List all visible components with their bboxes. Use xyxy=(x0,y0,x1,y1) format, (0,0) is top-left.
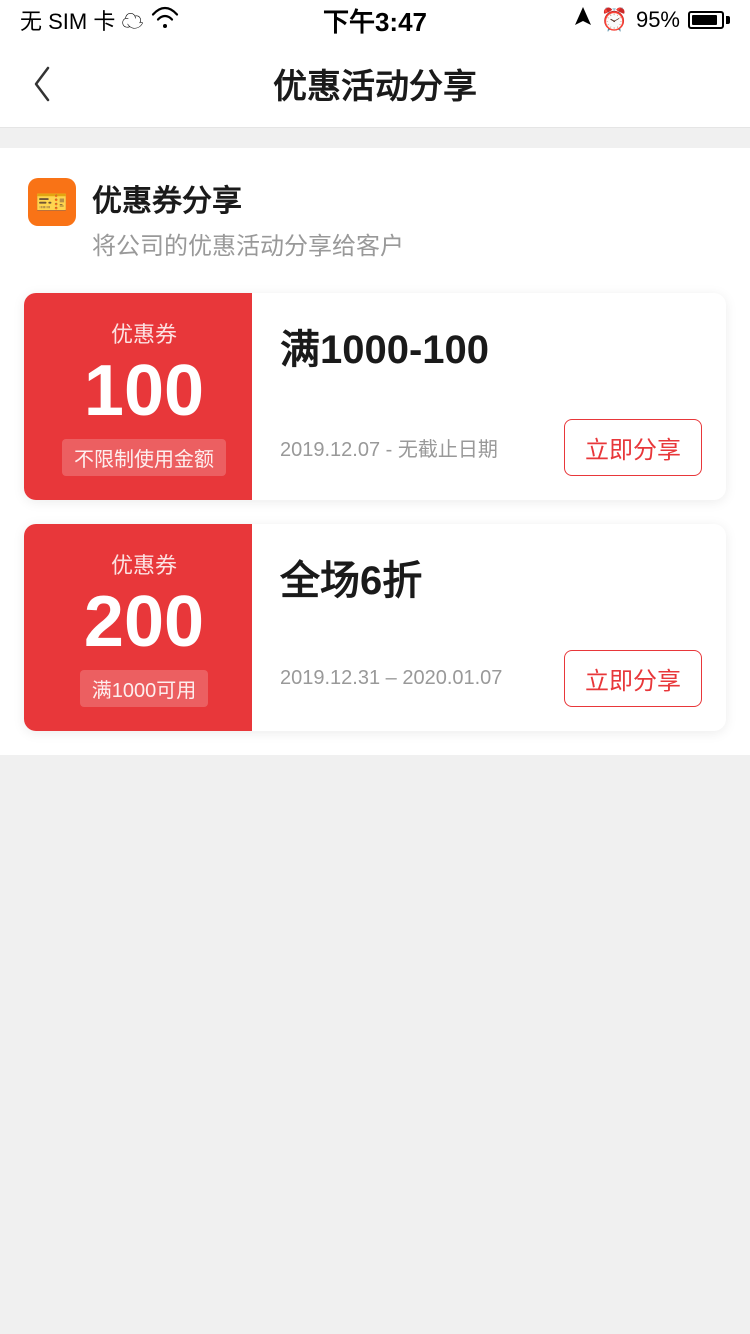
coupon-amount-2: 200 xyxy=(84,586,204,658)
status-left: 无 SIM 卡 ☁ xyxy=(20,4,179,36)
battery-icon xyxy=(688,11,730,29)
zigzag-edge-2 xyxy=(252,524,276,731)
status-time: 下午3:47 xyxy=(323,2,427,39)
coupon-title-1: 满1000-100 xyxy=(280,317,702,375)
back-button[interactable] xyxy=(28,62,56,106)
section-heading: 优惠券分享 xyxy=(92,176,404,220)
coupon-date-1: 2019.12.07 - 无截止日期 xyxy=(280,433,498,462)
coupon-date-2: 2019.12.31 – 2020.01.07 xyxy=(280,667,502,690)
coupon-list: 优惠券 100 不限制使用金额 满1000-100 2019.12.07 - 无… xyxy=(0,277,750,755)
coupon-title-2: 全场6折 xyxy=(280,548,702,606)
bottom-area xyxy=(0,755,750,1235)
page-title: 优惠活动分享 xyxy=(273,59,477,108)
coupon-card-2: 优惠券 200 满1000可用 全场6折 2019.12.31 – 2020.0… xyxy=(24,524,726,731)
section-header: 🎫 优惠券分享 将公司的优惠活动分享给客户 xyxy=(0,148,750,277)
coupon-condition-1: 不限制使用金额 xyxy=(62,439,226,476)
coupon-card-1: 优惠券 100 不限制使用金额 满1000-100 2019.12.07 - 无… xyxy=(24,293,726,500)
wifi-icon xyxy=(151,6,179,34)
coupon-condition-2: 满1000可用 xyxy=(80,670,209,707)
status-bar: 无 SIM 卡 ☁ 下午3:47 ⏰ 95% xyxy=(0,0,750,40)
coupon-amount-1: 100 xyxy=(84,355,204,427)
zigzag-edge-1 xyxy=(252,293,276,500)
coupon-bottom-1: 2019.12.07 - 无截止日期 立即分享 xyxy=(280,419,702,476)
coupon-right-2: 全场6折 2019.12.31 – 2020.01.07 立即分享 xyxy=(264,524,726,731)
coupon-right-1: 满1000-100 2019.12.07 - 无截止日期 立即分享 xyxy=(264,293,726,500)
coupon-bottom-2: 2019.12.31 – 2020.01.07 立即分享 xyxy=(280,650,702,707)
section-divider xyxy=(0,128,750,148)
section-text: 优惠券分享 将公司的优惠活动分享给客户 xyxy=(92,176,404,261)
coupon-left-1: 优惠券 100 不限制使用金额 xyxy=(24,293,264,500)
coupon-label-1: 优惠券 xyxy=(111,317,177,349)
nav-bar: 优惠活动分享 xyxy=(0,40,750,128)
share-button-1[interactable]: 立即分享 xyxy=(564,419,702,476)
coupon-icon: 🎫 xyxy=(36,187,68,218)
coupon-label-2: 优惠券 xyxy=(111,548,177,580)
sim-label: 无 SIM 卡 ☁ xyxy=(20,4,143,36)
status-right: ⏰ 95% xyxy=(573,6,730,34)
coupon-left-2: 优惠券 200 满1000可用 xyxy=(24,524,264,731)
alarm-icon: ⏰ xyxy=(601,7,628,33)
location-icon xyxy=(573,6,593,34)
section-icon: 🎫 xyxy=(28,178,76,226)
share-button-2[interactable]: 立即分享 xyxy=(564,650,702,707)
battery-percent: 95% xyxy=(636,7,680,33)
section-description: 将公司的优惠活动分享给客户 xyxy=(92,226,404,261)
